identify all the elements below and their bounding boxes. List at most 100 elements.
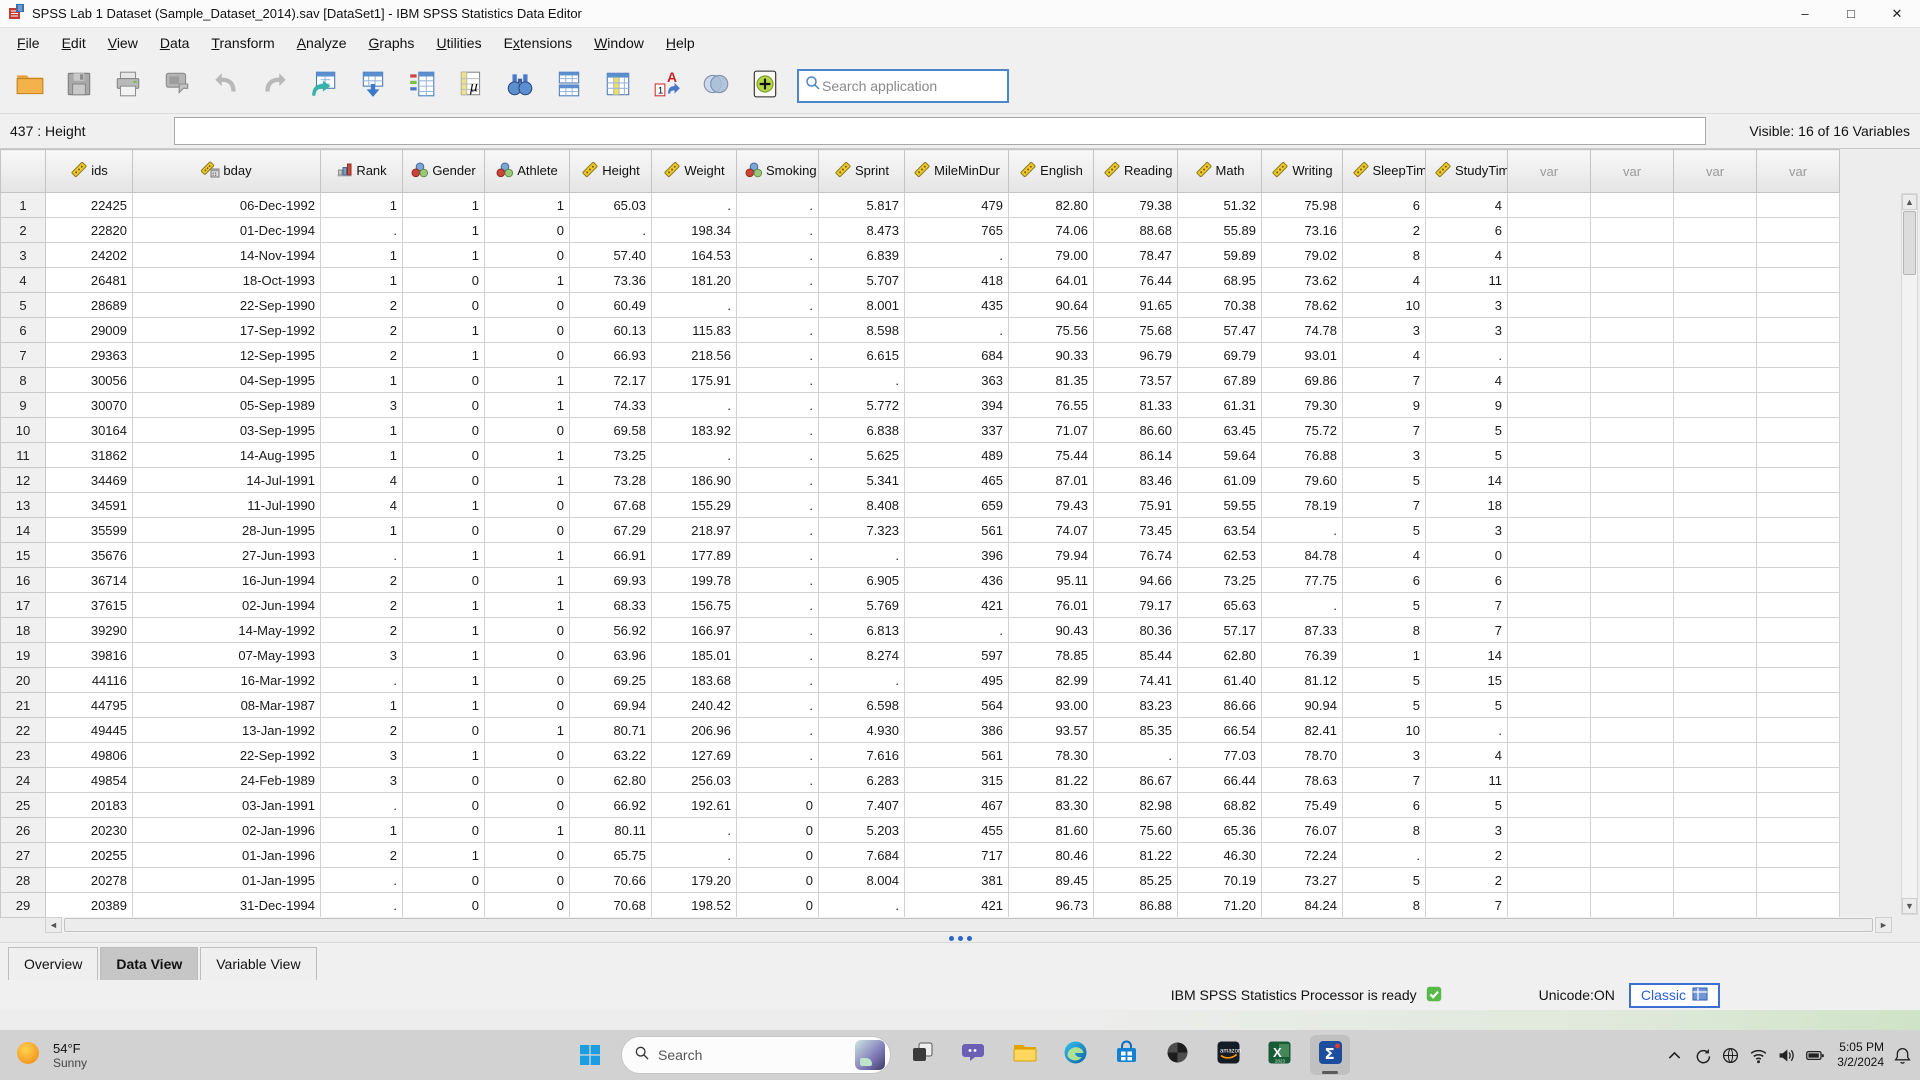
cell[interactable]: 84.78 <box>1262 543 1343 568</box>
cell[interactable]: 78.47 <box>1094 243 1178 268</box>
cell[interactable]: 1 <box>485 443 570 468</box>
cell[interactable]: 3 <box>1343 743 1426 768</box>
cell[interactable]: 183.68 <box>652 668 737 693</box>
cell[interactable]: 198.34 <box>652 218 737 243</box>
cell[interactable]: 5 <box>1426 693 1508 718</box>
cell[interactable]: 0 <box>485 318 570 343</box>
cell[interactable]: 61.09 <box>1178 468 1262 493</box>
cell[interactable]: 8.598 <box>819 318 905 343</box>
cell[interactable]: 83.23 <box>1094 693 1178 718</box>
cell[interactable]: . <box>737 618 819 643</box>
cell[interactable] <box>1674 268 1757 293</box>
cell[interactable]: 6.905 <box>819 568 905 593</box>
cell[interactable]: 69.25 <box>570 668 652 693</box>
cell[interactable]: 597 <box>905 643 1009 668</box>
cell[interactable] <box>1674 418 1757 443</box>
cell[interactable]: . <box>737 393 819 418</box>
cell[interactable]: 65.75 <box>570 843 652 868</box>
cell[interactable]: . <box>652 393 737 418</box>
cell[interactable] <box>1674 593 1757 618</box>
cell[interactable]: . <box>1262 593 1343 618</box>
goto-variable-button[interactable] <box>351 64 395 108</box>
minimize-button[interactable]: – <box>1782 0 1828 27</box>
cell[interactable]: . <box>737 268 819 293</box>
cell[interactable]: . <box>570 218 652 243</box>
cell[interactable] <box>1757 818 1840 843</box>
cell[interactable]: . <box>737 418 819 443</box>
cell[interactable]: 77.75 <box>1262 568 1343 593</box>
cell[interactable]: 2 <box>321 843 403 868</box>
wifi-icon[interactable] <box>1749 1046 1768 1065</box>
cell[interactable] <box>1674 293 1757 318</box>
cell[interactable]: 75.91 <box>1094 493 1178 518</box>
cell[interactable]: 31862 <box>46 443 133 468</box>
cell[interactable] <box>1591 768 1674 793</box>
cell[interactable]: . <box>737 693 819 718</box>
cell[interactable]: 60.13 <box>570 318 652 343</box>
cell[interactable]: 7.684 <box>819 843 905 868</box>
cell[interactable]: 84.24 <box>1262 893 1343 918</box>
cell[interactable] <box>1591 493 1674 518</box>
cell[interactable]: 22-Sep-1992 <box>133 743 321 768</box>
cell[interactable]: 467 <box>905 793 1009 818</box>
cell[interactable]: 0 <box>403 518 485 543</box>
cell[interactable]: . <box>321 543 403 568</box>
cell[interactable] <box>1591 618 1674 643</box>
cell[interactable]: 5.203 <box>819 818 905 843</box>
cell[interactable]: 39290 <box>46 618 133 643</box>
cell[interactable]: 57.47 <box>1178 318 1262 343</box>
cell[interactable] <box>1674 193 1757 218</box>
cell[interactable] <box>1674 743 1757 768</box>
cell[interactable]: 66.54 <box>1178 718 1262 743</box>
cell[interactable]: 14-Nov-1994 <box>133 243 321 268</box>
cell[interactable]: 14-Jul-1991 <box>133 468 321 493</box>
cell[interactable] <box>1674 518 1757 543</box>
cell[interactable]: 74.06 <box>1009 218 1094 243</box>
cell[interactable] <box>1508 243 1591 268</box>
cell[interactable]: 0 <box>485 293 570 318</box>
cell[interactable] <box>1508 543 1591 568</box>
cell[interactable]: 69.93 <box>570 568 652 593</box>
cell[interactable]: 5 <box>1343 668 1426 693</box>
cell[interactable]: 93.57 <box>1009 718 1094 743</box>
cell[interactable]: 78.85 <box>1009 643 1094 668</box>
cell[interactable]: 03-Jan-1991 <box>133 793 321 818</box>
cell[interactable] <box>1757 643 1840 668</box>
cell[interactable]: 90.64 <box>1009 293 1094 318</box>
cell[interactable]: 66.91 <box>570 543 652 568</box>
cell[interactable]: 8 <box>1343 618 1426 643</box>
cell[interactable]: 1 <box>485 468 570 493</box>
cell[interactable]: . <box>905 318 1009 343</box>
cell[interactable] <box>1674 468 1757 493</box>
cell[interactable] <box>1591 793 1674 818</box>
column-header-var[interactable]: var <box>1508 150 1591 193</box>
cell[interactable]: 4 <box>1426 743 1508 768</box>
cell[interactable]: 436 <box>905 568 1009 593</box>
cell[interactable]: . <box>819 543 905 568</box>
cell[interactable]: 78.62 <box>1262 293 1343 318</box>
amazon-app-button[interactable]: amazon <box>1208 1035 1248 1075</box>
cell[interactable]: 1 <box>403 218 485 243</box>
cell[interactable]: 3 <box>1426 318 1508 343</box>
cell[interactable]: 1 <box>403 318 485 343</box>
cell[interactable]: 01-Jan-1995 <box>133 868 321 893</box>
cell[interactable]: 206.96 <box>652 718 737 743</box>
cell[interactable]: . <box>819 368 905 393</box>
cell[interactable]: 75.98 <box>1262 193 1343 218</box>
cell[interactable]: . <box>652 443 737 468</box>
cell[interactable] <box>1591 868 1674 893</box>
scroll-right-arrow[interactable]: ► <box>1875 917 1892 933</box>
cell[interactable]: 11 <box>1426 268 1508 293</box>
menu-data[interactable]: Data <box>149 31 201 55</box>
cell[interactable] <box>1757 443 1840 468</box>
cell[interactable] <box>1508 568 1591 593</box>
cell[interactable]: 1 <box>403 593 485 618</box>
cell[interactable] <box>1757 418 1840 443</box>
row-number[interactable]: 28 <box>1 868 46 893</box>
cell[interactable]: 0 <box>485 343 570 368</box>
column-header-Reading[interactable]: Reading <box>1094 150 1178 193</box>
vertical-scrollbar[interactable]: ▲ ▼ <box>1901 193 1918 915</box>
cell[interactable] <box>1674 493 1757 518</box>
cell[interactable]: 67.29 <box>570 518 652 543</box>
cell[interactable]: 63.45 <box>1178 418 1262 443</box>
